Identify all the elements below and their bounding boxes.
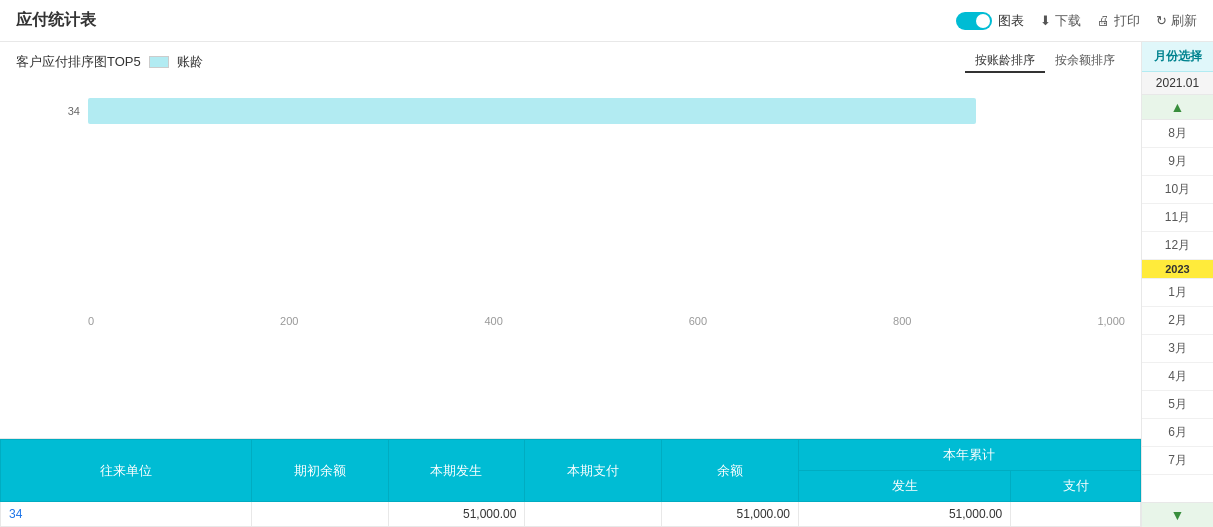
sidebar-month-item[interactable]: 10月 — [1142, 176, 1213, 204]
th-unit: 往来单位 — [1, 440, 252, 502]
refresh-icon: ↻ — [1156, 13, 1167, 28]
td-ytd-occurrence: 51,000.00 — [798, 502, 1010, 527]
td-balance: 51,000.00 — [662, 502, 799, 527]
legend-color-label: 账龄 — [177, 53, 203, 71]
download-icon: ⬇ — [1040, 13, 1051, 28]
print-label: 打印 — [1114, 12, 1140, 30]
toggle-thumb — [976, 14, 990, 28]
download-label: 下载 — [1055, 12, 1081, 30]
table-row: 34 51,000.00 51,000.00 51,000.00 — [1, 502, 1141, 527]
sidebar-month-item[interactable]: 11月 — [1142, 204, 1213, 232]
legend-color-box — [149, 56, 169, 68]
header-actions: 图表 ⬇ 下载 🖨 打印 ↻ 刷新 — [956, 12, 1197, 30]
x-axis: 0 200 400 600 800 1,000 — [50, 311, 1125, 327]
x-axis-200: 200 — [280, 315, 298, 327]
sidebar-month-item[interactable]: 8月 — [1142, 120, 1213, 148]
sidebar: 月份选择 2021.01 ▲ 8月9月10月11月12月20231月2月3月4月… — [1141, 42, 1213, 527]
bar-container: 856天 — [88, 98, 1125, 124]
app-container: 应付统计表 图表 ⬇ 下载 🖨 打印 ↻ 刷新 — [0, 0, 1213, 527]
sidebar-month-item[interactable]: 5月 — [1142, 391, 1213, 419]
bar-chart: 34 856天 — [50, 91, 1125, 311]
sidebar-down-button[interactable]: ▼ — [1142, 502, 1213, 527]
print-icon: 🖨 — [1097, 13, 1110, 28]
main-area: 客户应付排序图TOP5 账龄 按账龄排序 按余额排序 34 856天 — [0, 42, 1213, 527]
x-axis-800: 800 — [893, 315, 911, 327]
header: 应付统计表 图表 ⬇ 下载 🖨 打印 ↻ 刷新 — [0, 0, 1213, 42]
th-opening: 期初余额 — [251, 440, 388, 502]
td-occurrence: 51,000.00 — [388, 502, 525, 527]
sidebar-month-item[interactable]: 9月 — [1142, 148, 1213, 176]
sidebar-month-item[interactable]: 3月 — [1142, 335, 1213, 363]
th-ytd-occurrence: 发生 — [798, 471, 1010, 502]
sidebar-year-value: 2021.01 — [1142, 72, 1213, 95]
bar-fill — [88, 98, 976, 124]
refresh-button[interactable]: ↻ 刷新 — [1156, 12, 1197, 30]
sort-buttons: 按账龄排序 按余额排序 — [965, 50, 1125, 73]
x-axis-600: 600 — [689, 315, 707, 327]
th-occurrence: 本期发生 — [388, 440, 525, 502]
th-payment: 本期支付 — [525, 440, 662, 502]
td-unit: 34 — [1, 502, 252, 527]
sidebar-up-button[interactable]: ▲ — [1142, 95, 1213, 120]
td-payment — [525, 502, 662, 527]
sidebar-month-item[interactable]: 2月 — [1142, 307, 1213, 335]
th-ytd-group: 本年累计 — [798, 440, 1140, 471]
td-opening — [251, 502, 388, 527]
sidebar-month-item[interactable]: 1月 — [1142, 279, 1213, 307]
th-balance: 余额 — [662, 440, 799, 502]
th-ytd-payment: 支付 — [1011, 471, 1141, 502]
bar-label: 34 — [50, 105, 80, 117]
refresh-label: 刷新 — [1171, 12, 1197, 30]
legend-text: 客户应付排序图TOP5 — [16, 53, 141, 71]
page-title: 应付统计表 — [16, 10, 96, 31]
sidebar-month-item[interactable]: 2023 — [1142, 260, 1213, 279]
chart-top: 客户应付排序图TOP5 账龄 按账龄排序 按余额排序 — [0, 42, 1141, 81]
sidebar-month-item[interactable]: 4月 — [1142, 363, 1213, 391]
data-table: 往来单位 期初余额 本期发生 本期支付 余额 本年累计 发生 支付 — [0, 439, 1141, 527]
chart-section: 客户应付排序图TOP5 账龄 按账龄排序 按余额排序 34 856天 — [0, 42, 1141, 527]
chart-area: 34 856天 0 200 400 600 800 1,000 — [0, 81, 1141, 438]
bar-row: 34 856天 — [50, 91, 1125, 131]
chart-toggle-label: 图表 — [998, 12, 1024, 30]
x-axis-1000: 1,000 — [1097, 315, 1125, 327]
unit-link[interactable]: 34 — [9, 507, 22, 521]
chart-toggle[interactable]: 图表 — [956, 12, 1024, 30]
sidebar-scroll[interactable]: 8月9月10月11月12月20231月2月3月4月5月6月7月 — [1142, 120, 1213, 502]
sidebar-month-item[interactable]: 6月 — [1142, 419, 1213, 447]
x-axis-0: 0 — [88, 315, 94, 327]
table-section: 往来单位 期初余额 本期发生 本期支付 余额 本年累计 发生 支付 — [0, 438, 1141, 527]
download-button[interactable]: ⬇ 下载 — [1040, 12, 1081, 30]
x-axis-400: 400 — [484, 315, 502, 327]
print-button[interactable]: 🖨 打印 — [1097, 12, 1140, 30]
sidebar-month-item[interactable]: 12月 — [1142, 232, 1213, 260]
sidebar-month-item[interactable]: 7月 — [1142, 447, 1213, 475]
sort-by-age-button[interactable]: 按账龄排序 — [965, 50, 1045, 73]
sidebar-header: 月份选择 — [1142, 42, 1213, 72]
chart-legend: 客户应付排序图TOP5 账龄 — [16, 53, 203, 71]
toggle-track[interactable] — [956, 12, 992, 30]
td-ytd-payment — [1011, 502, 1141, 527]
sort-by-balance-button[interactable]: 按余额排序 — [1045, 50, 1125, 73]
